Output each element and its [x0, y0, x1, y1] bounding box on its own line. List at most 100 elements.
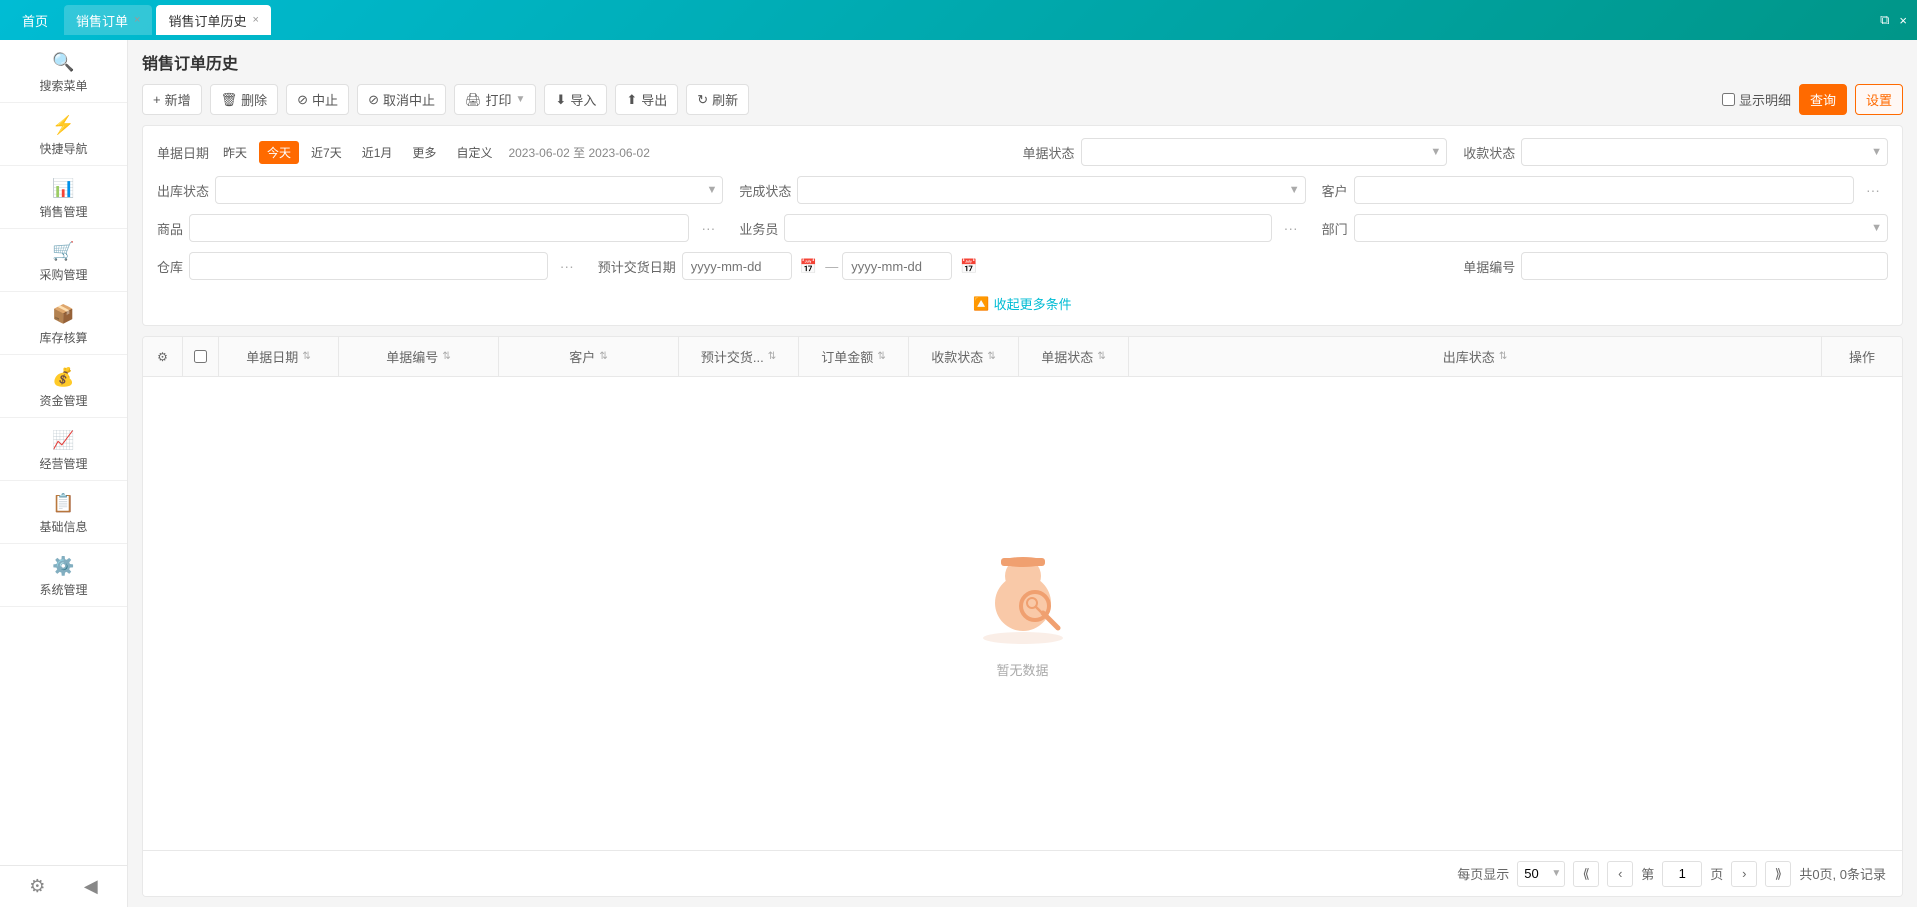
payment-status-select[interactable] [1521, 138, 1888, 166]
th-customer[interactable]: 客户 ⇅ [499, 337, 679, 376]
sidebar-item-sys-mgmt[interactable]: ⚙️ 系统管理 [0, 544, 127, 607]
goods-input[interactable] [189, 214, 689, 242]
display-detail-checkbox[interactable] [1722, 93, 1735, 106]
sidebar: 🔍 搜索菜单 ⚡ 快捷导航 📊 销售管理 🛒 采购管理 📦 库存核算 💰 资金管… [0, 40, 128, 907]
filter-delivery-date: 预计交货日期 📅 — 📅 [598, 252, 1448, 280]
refresh-icon: ↻ [697, 92, 708, 108]
calendar-start-icon[interactable]: 📅 [796, 258, 821, 275]
main-layout: 🔍 搜索菜单 ⚡ 快捷导航 📊 销售管理 🛒 采购管理 📦 库存核算 💰 资金管… [0, 40, 1917, 907]
table-header: ⚙ 单据日期 ⇅ 单据编号 ⇅ 客户 ⇅ 预计交货... [143, 337, 1902, 377]
page-size-select[interactable]: 10 20 50 100 [1517, 861, 1565, 887]
sidebar-item-search-menu[interactable]: 🔍 搜索菜单 [0, 40, 127, 103]
warehouse-input[interactable] [189, 252, 548, 280]
content-area: 销售订单历史 + 新增 🗑 删除 ⊘ 中止 ⊘ 取消中止 🖨 打印 ▼ [128, 40, 1917, 907]
department-select[interactable] [1354, 214, 1888, 242]
completion-status-select[interactable] [797, 176, 1305, 204]
prev-page-btn[interactable]: ‹ [1607, 861, 1633, 887]
sort-customer-icon: ⇅ [599, 351, 607, 362]
sidebar-bottom: ⚙ ◀ [0, 865, 127, 907]
close-sales-order-tab[interactable]: × [134, 14, 140, 26]
import-button[interactable]: ⬇ 导入 [544, 84, 607, 115]
sidebar-item-ops-mgmt[interactable]: 📈 经营管理 [0, 418, 127, 481]
order-status-select[interactable] [1081, 138, 1448, 166]
date-btn-today[interactable]: 今天 [259, 141, 299, 164]
query-button[interactable]: 查询 [1799, 84, 1847, 115]
stop-button[interactable]: ⊘ 中止 [286, 84, 349, 115]
refresh-button[interactable]: ↻ 刷新 [686, 84, 749, 115]
th-date[interactable]: 单据日期 ⇅ [219, 337, 339, 376]
page-title: 销售订单历史 [142, 50, 1903, 74]
cancel-stop-button[interactable]: ⊘ 取消中止 [357, 84, 446, 115]
select-all-checkbox[interactable] [194, 350, 207, 363]
salesperson-input[interactable] [784, 214, 1271, 242]
display-detail-checkbox-wrap[interactable]: 显示明细 [1722, 90, 1791, 109]
customer-input[interactable] [1354, 176, 1854, 204]
delivery-status-select[interactable] [215, 176, 723, 204]
sidebar-item-inventory-mgmt[interactable]: 📦 库存核算 [0, 292, 127, 355]
last-page-btn[interactable]: ⟫ [1765, 861, 1791, 887]
filter-goods: 商品 ··· [157, 214, 723, 242]
sidebar-item-sales-mgmt[interactable]: 📊 销售管理 [0, 166, 127, 229]
salesperson-ellipsis-btn[interactable]: ··· [1276, 218, 1306, 238]
warehouse-ellipsis-btn[interactable]: ··· [552, 256, 582, 276]
th-payment-status[interactable]: 收款状态 ⇅ [909, 337, 1019, 376]
delivery-date-end[interactable] [842, 252, 952, 280]
print-button[interactable]: 🖨 打印 ▼ [454, 84, 536, 115]
sidebar-item-finance-mgmt[interactable]: 💰 资金管理 [0, 355, 127, 418]
th-operation: 操作 [1822, 337, 1902, 376]
th-order-no[interactable]: 单据编号 ⇅ [339, 337, 499, 376]
date-btn-7days[interactable]: 近7天 [303, 141, 350, 164]
th-amount[interactable]: 订单金额 ⇅ [799, 337, 909, 376]
next-page-btn[interactable]: › [1731, 861, 1757, 887]
date-btn-yesterday[interactable]: 昨天 [215, 141, 255, 164]
inventory-mgmt-icon: 📦 [52, 304, 74, 325]
date-btn-custom[interactable]: 自定义 [448, 141, 500, 164]
toolbar: + 新增 🗑 删除 ⊘ 中止 ⊘ 取消中止 🖨 打印 ▼ ⬇ 导 [142, 84, 1903, 115]
sidebar-item-purchase-mgmt[interactable]: 🛒 采购管理 [0, 229, 127, 292]
close-history-tab[interactable]: × [252, 14, 258, 26]
sort-payment-status-icon: ⇅ [987, 351, 995, 362]
completion-status-select-wrap: ▼ [797, 176, 1305, 204]
close-window-btn[interactable]: × [1899, 13, 1907, 28]
sort-delivery-status-icon: ⇅ [1499, 351, 1507, 362]
page-num-input[interactable] [1662, 861, 1702, 887]
date-range-area: 📅 — 📅 [682, 252, 982, 280]
sidebar-item-basic-info[interactable]: 📋 基础信息 [0, 481, 127, 544]
restore-btn[interactable]: ⧉ [1880, 12, 1889, 28]
filter-order-no: 单据编号 [1463, 252, 1888, 280]
th-order-status[interactable]: 单据状态 ⇅ [1019, 337, 1129, 376]
th-delivery-status[interactable]: 出库状态 ⇅ [1129, 337, 1822, 376]
purchase-mgmt-icon: 🛒 [52, 241, 74, 262]
order-status-select-wrap: ▼ [1081, 138, 1448, 166]
new-button[interactable]: + 新增 [142, 84, 202, 115]
date-btn-more[interactable]: 更多 [404, 141, 444, 164]
sidebar-collapse-icon[interactable]: ◀ [84, 876, 98, 897]
filter-panel: 单据日期 昨天 今天 近7天 近1月 更多 自定义 2023-06-02 至 2… [142, 125, 1903, 326]
th-checkbox [183, 337, 219, 376]
tab-sales-order[interactable]: 销售订单 × [64, 5, 152, 35]
date-btn-1month[interactable]: 近1月 [354, 141, 401, 164]
settings-button[interactable]: 设置 [1855, 84, 1903, 115]
tab-home[interactable]: 首页 [10, 5, 60, 35]
order-no-input[interactable] [1521, 252, 1888, 280]
tab-sales-order-history[interactable]: 销售订单历史 × [156, 5, 270, 35]
first-page-btn[interactable]: ⟪ [1573, 861, 1599, 887]
empty-state: 暂无数据 [963, 548, 1083, 679]
filter-collapse[interactable]: 🔼 收起更多条件 [157, 290, 1888, 313]
print-icon: 🖨 [465, 92, 482, 108]
delete-button[interactable]: 🗑 删除 [210, 84, 279, 115]
th-delivery-date[interactable]: 预计交货... ⇅ [679, 337, 799, 376]
top-bar-actions: ⧉ × [1880, 12, 1907, 28]
calendar-end-icon[interactable]: 📅 [956, 258, 981, 275]
search-menu-icon: 🔍 [52, 52, 74, 73]
customer-ellipsis-btn[interactable]: ··· [1858, 180, 1888, 200]
pagination: 每页显示 10 20 50 100 ▼ ⟪ ‹ 第 页 › ⟫ 共0页, [143, 850, 1902, 896]
sidebar-settings-icon[interactable]: ⚙ [29, 876, 45, 897]
export-button[interactable]: ⬆ 导出 [615, 84, 678, 115]
goods-ellipsis-btn[interactable]: ··· [693, 218, 723, 238]
delivery-date-start[interactable] [682, 252, 792, 280]
quick-nav-icon: ⚡ [52, 115, 74, 136]
sort-amount-icon: ⇅ [877, 351, 885, 362]
th-settings[interactable]: ⚙ [143, 337, 183, 376]
sidebar-item-quick-nav[interactable]: ⚡ 快捷导航 [0, 103, 127, 166]
